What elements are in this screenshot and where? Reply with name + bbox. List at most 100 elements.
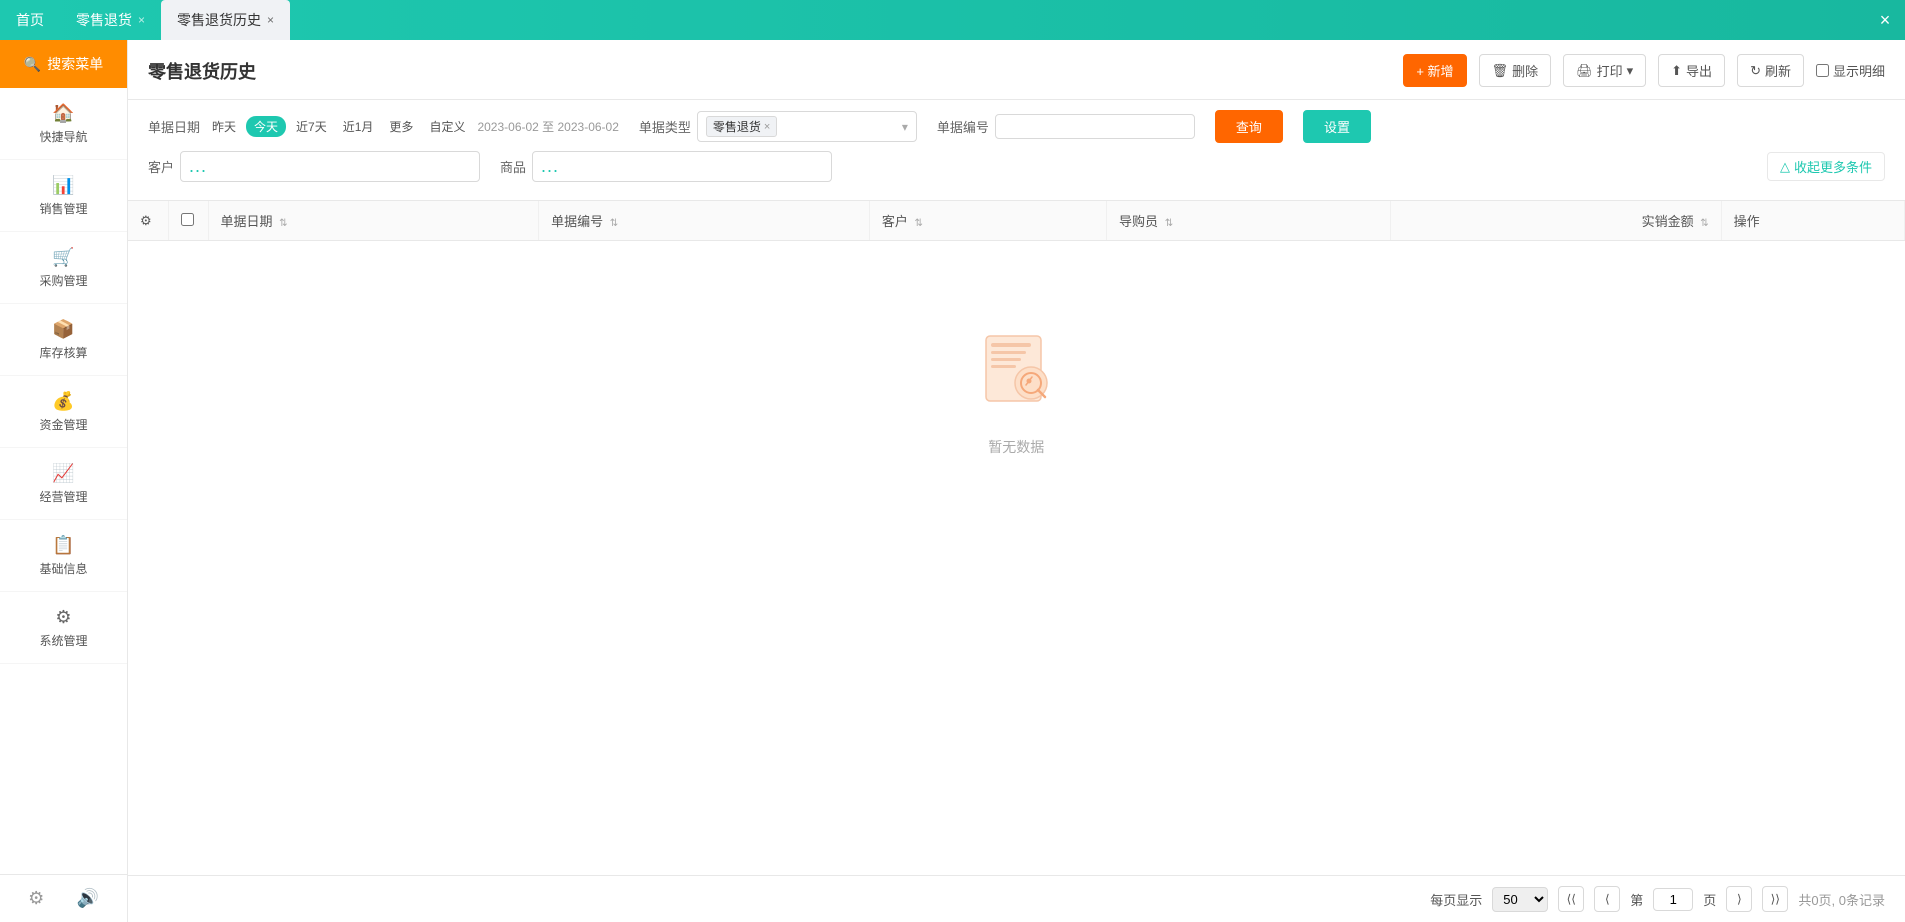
customer-select[interactable]: ... [180, 151, 480, 182]
filter-row-2: 客户 ... 商品 ... △ 收起更多条件 [148, 151, 1885, 182]
show-detail-checkbox[interactable]: 显示明细 [1816, 61, 1885, 80]
sidebar-item-quick-nav[interactable]: 🏠 快捷导航 [0, 88, 127, 160]
page-total: 共0页, 0条记录 [1798, 890, 1885, 909]
type-select-arrow: ▾ [902, 120, 908, 134]
type-tag-close[interactable]: × [764, 121, 770, 133]
search-icon: 🔍 [24, 56, 41, 73]
page-size-select[interactable]: 50 10 20 100 [1492, 887, 1548, 912]
new-button[interactable]: + 新增 [1403, 54, 1466, 87]
purchase-icon: 🛒 [53, 246, 75, 268]
type-select[interactable]: 零售退货 × ▾ [697, 111, 917, 142]
filter-type: 单据类型 零售退货 × ▾ [639, 111, 917, 142]
th-amount[interactable]: 实销金额 ⇅ [1391, 201, 1722, 241]
volume-footer-icon[interactable]: 🔊 [76, 888, 98, 909]
page-next-button[interactable]: ⟩ [1726, 886, 1752, 912]
query-button[interactable]: 查询 [1215, 110, 1283, 143]
sales-icon: 📊 [53, 174, 75, 196]
th-customer[interactable]: 客户 ⇅ [869, 201, 1106, 241]
table-body: 暂无数据 [128, 241, 1905, 538]
voucher-input[interactable] [995, 114, 1195, 139]
date-btn-today[interactable]: 今天 [246, 116, 286, 137]
sidebar-item-sales[interactable]: 📊 销售管理 [0, 160, 127, 232]
goods-filter-label: 商品 [500, 157, 526, 176]
type-tag-text: 零售退货 [713, 118, 761, 135]
show-detail-input[interactable] [1816, 64, 1829, 77]
goods-ellipsis: ... [541, 156, 559, 177]
gear-icon: ⚙ [140, 213, 152, 228]
print-button[interactable]: 🖨 打印 ▾ [1563, 54, 1646, 87]
sidebar-item-basic-info[interactable]: 📋 基础信息 [0, 520, 127, 592]
th-voucher[interactable]: 单据编号 ⇅ [539, 201, 870, 241]
page-first-button[interactable]: ⟨⟨ [1558, 886, 1584, 912]
sidebar-item-operations-label: 经营管理 [39, 488, 87, 505]
th-guide[interactable]: 导购员 ⇅ [1107, 201, 1391, 241]
refresh-button[interactable]: ↻ 刷新 [1737, 54, 1804, 87]
table-header: ⚙ 单据日期 ⇅ 单据编号 ⇅ [128, 201, 1905, 241]
collapse-filter-button[interactable]: △ 收起更多条件 [1767, 152, 1885, 181]
sidebar-item-finance[interactable]: 💰 资金管理 [0, 376, 127, 448]
sidebar-footer: ⚙ 🔊 [0, 874, 127, 922]
th-voucher-label: 单据编号 [551, 214, 603, 229]
type-tag: 零售退货 × [706, 116, 777, 137]
page-number-input[interactable] [1653, 888, 1693, 911]
sidebar-item-purchase-label: 采购管理 [39, 272, 87, 289]
th-date-sort-icon: ⇅ [279, 218, 287, 229]
data-table: ⚙ 单据日期 ⇅ 单据编号 ⇅ [128, 201, 1905, 537]
tab-retail-return-label: 零售退货 [76, 10, 132, 30]
th-action-label: 操作 [1734, 214, 1760, 229]
sidebar-item-system-label: 系统管理 [39, 632, 87, 649]
page-size-label: 每页显示 [1430, 890, 1482, 909]
th-date[interactable]: 单据日期 ⇅ [208, 201, 539, 241]
window-close-button[interactable]: × [1865, 0, 1905, 40]
page-prev-button[interactable]: ⟨ [1594, 886, 1620, 912]
date-btn-7days[interactable]: 近7天 [290, 116, 333, 137]
customer-filter-label: 客户 [148, 157, 174, 176]
settings-footer-icon[interactable]: ⚙ [28, 888, 44, 909]
operations-icon: 📈 [53, 462, 75, 484]
th-checkbox[interactable] [168, 201, 208, 241]
date-btn-yesterday[interactable]: 昨天 [206, 116, 242, 137]
sidebar-item-system[interactable]: ⚙ 系统管理 [0, 592, 127, 664]
page-label: 第 [1630, 890, 1643, 909]
sidebar-search[interactable]: 🔍 搜索菜单 [0, 40, 127, 88]
home-icon: 🏠 [53, 102, 75, 124]
tab-retail-return-history-close[interactable]: × [267, 13, 274, 27]
filter-row-1: 单据日期 昨天 今天 近7天 近1月 更多 自定义 2023-06-02 至 2… [148, 110, 1885, 143]
export-button[interactable]: ⬆ 导出 [1658, 54, 1725, 87]
goods-select[interactable]: ... [532, 151, 832, 182]
tab-retail-return[interactable]: 零售退货 × [60, 0, 161, 40]
basic-info-icon: 📋 [53, 534, 75, 556]
th-customer-label: 客户 [882, 214, 908, 229]
tab-home[interactable]: 首页 [0, 0, 60, 40]
date-btn-custom[interactable]: 自定义 [423, 116, 471, 137]
tab-home-label: 首页 [16, 10, 44, 30]
refresh-label: 刷新 [1765, 61, 1791, 80]
collapse-icon: △ [1780, 159, 1790, 175]
th-customer-sort-icon: ⇅ [914, 218, 922, 229]
voucher-filter-label: 单据编号 [937, 117, 989, 136]
tab-retail-return-history[interactable]: 零售退货历史 × [161, 0, 290, 40]
sidebar-item-quick-nav-label: 快捷导航 [39, 128, 87, 145]
delete-button[interactable]: 🗑 删除 [1479, 54, 1552, 87]
filter-voucher: 单据编号 [937, 114, 1195, 139]
pagination: 每页显示 50 10 20 100 ⟨⟨ ⟨ 第 页 ⟩ ⟩⟩ 共0页, 0条记… [128, 875, 1905, 922]
sidebar-search-label: 搜索菜单 [47, 54, 103, 74]
sidebar-item-finance-label: 资金管理 [39, 416, 87, 433]
sidebar-item-inventory[interactable]: 📦 库存核算 [0, 304, 127, 376]
page-last-button[interactable]: ⟩⟩ [1762, 886, 1788, 912]
sidebar-item-sales-label: 销售管理 [39, 200, 87, 217]
tab-retail-return-close[interactable]: × [138, 13, 145, 27]
select-all-checkbox[interactable] [181, 213, 194, 226]
th-settings[interactable]: ⚙ [128, 201, 168, 241]
page-header: 零售退货历史 + 新增 🗑 删除 🖨 打印 ▾ ⬆ 导出 [128, 40, 1905, 100]
sidebar-item-operations[interactable]: 📈 经营管理 [0, 448, 127, 520]
sidebar: 🔍 搜索菜单 🏠 快捷导航 📊 销售管理 🛒 采购管理 📦 库存核算 💰 [0, 40, 128, 922]
table-area: ⚙ 单据日期 ⇅ 单据编号 ⇅ [128, 201, 1905, 875]
page-title: 零售退货历史 [148, 58, 256, 84]
sidebar-item-purchase[interactable]: 🛒 采购管理 [0, 232, 127, 304]
date-btn-1month[interactable]: 近1月 [337, 116, 380, 137]
setting-button[interactable]: 设置 [1303, 110, 1371, 143]
sidebar-nav: 🏠 快捷导航 📊 销售管理 🛒 采购管理 📦 库存核算 💰 资金管理 📈 [0, 88, 127, 874]
date-btn-more[interactable]: 更多 [383, 116, 419, 137]
filter-area: 单据日期 昨天 今天 近7天 近1月 更多 自定义 2023-06-02 至 2… [128, 100, 1905, 201]
